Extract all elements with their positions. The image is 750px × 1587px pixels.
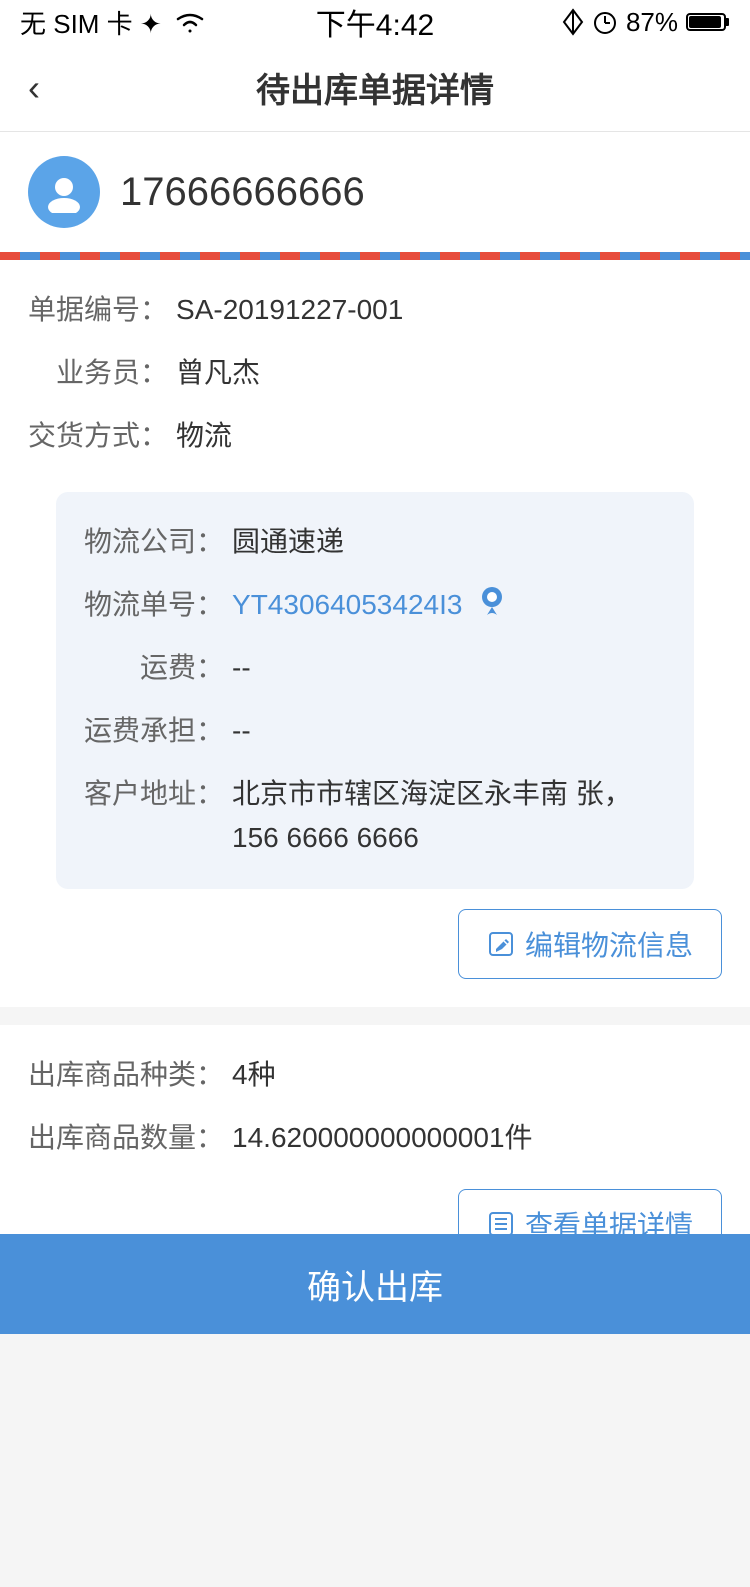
delivery-method-label: 交货方式： [28,414,168,459]
tracking-number-label: 物流单号： [84,583,224,628]
address-value: 北京市市辖区海淀区永丰南 张，156 6666 6666 [232,772,666,862]
outbound-quantity-value: 14.620000000000001件 [232,1116,533,1161]
map-pin-icon[interactable] [474,583,510,619]
order-number-value: SA-20191227-001 [176,288,403,333]
freight-bearer-value: -- [232,709,251,754]
section-divider-1 [0,1007,750,1025]
address-row: 客户地址： 北京市市辖区海淀区永丰南 张，156 6666 6666 [84,772,666,862]
delivery-method-row: 交货方式： 物流 [28,414,722,459]
page: 无 SIM 卡 ✦ 下午4:42 87% [0,0,750,1587]
logistics-card: 物流公司： 圆通速递 物流单号： YT43064053424I3 运费： -- … [56,492,694,889]
freight-label: 运费： [84,646,224,691]
logistics-company-value: 圆通速递 [232,520,344,565]
back-button[interactable]: ‹ [28,67,40,109]
delivery-method-value: 物流 [176,414,232,459]
confirm-outbound-label: 确认出库 [307,1260,443,1309]
outbound-type-label: 出库商品种类： [28,1053,224,1098]
logistics-company-row: 物流公司： 圆通速递 [84,520,666,565]
freight-value: -- [232,646,251,691]
tracking-number-row: 物流单号： YT43064053424I3 [84,583,666,628]
salesperson-label: 业务员： [28,351,168,396]
outbound-quantity-label: 出库商品数量： [28,1116,224,1161]
battery-text: 87% [626,7,678,38]
freight-row: 运费： -- [84,646,666,691]
user-icon [43,171,85,213]
freight-bearer-label: 运费承担： [84,709,224,754]
nav-bar: ‹ 待出库单据详情 [0,44,750,132]
outbound-type-value: 4种 [232,1053,276,1098]
basic-info-section: 单据编号： SA-20191227-001 业务员： 曾凡杰 交货方式： 物流 [0,260,750,458]
page-title: 待出库单据详情 [256,63,494,112]
outbound-quantity-row: 出库商品数量： 14.620000000000001件 [28,1116,722,1161]
edit-logistics-label: 编辑物流信息 [525,924,693,964]
outbound-info-section: 出库商品种类： 4种 出库商品数量： 14.620000000000001件 [0,1025,750,1161]
edit-icon [487,930,515,958]
customer-section: 17666666666 [0,132,750,252]
status-right: 87% [562,7,730,38]
alarm-icon [592,8,618,36]
location-indicator-icon [562,8,584,36]
address-label: 客户地址： [84,772,224,817]
tracking-number-value: YT43064053424I3 [232,583,462,628]
status-bar: 无 SIM 卡 ✦ 下午4:42 87% [0,0,750,44]
logistics-card-wrapper: 物流公司： 圆通速递 物流单号： YT43064053424I3 运费： -- … [0,458,750,909]
edit-logistics-button[interactable]: 编辑物流信息 [458,909,722,979]
dashed-divider [0,252,750,260]
salesperson-value: 曾凡杰 [176,351,260,396]
customer-phone: 17666666666 [120,170,365,215]
confirm-outbound-button[interactable]: 确认出库 [0,1234,750,1334]
wifi-icon [172,9,208,35]
order-number-label: 单据编号： [28,288,168,333]
outbound-type-row: 出库商品种类： 4种 [28,1053,722,1098]
status-left: 无 SIM 卡 ✦ [20,4,208,41]
battery-icon [686,11,730,33]
avatar [28,156,100,228]
sim-status: 无 SIM 卡 ✦ [20,4,162,41]
edit-logistics-section: 编辑物流信息 [0,909,750,1007]
logistics-company-label: 物流公司： [84,520,224,565]
status-time: 下午4:42 [316,0,434,44]
salesperson-row: 业务员： 曾凡杰 [28,351,722,396]
freight-bearer-row: 运费承担： -- [84,709,666,754]
order-number-row: 单据编号： SA-20191227-001 [28,288,722,333]
